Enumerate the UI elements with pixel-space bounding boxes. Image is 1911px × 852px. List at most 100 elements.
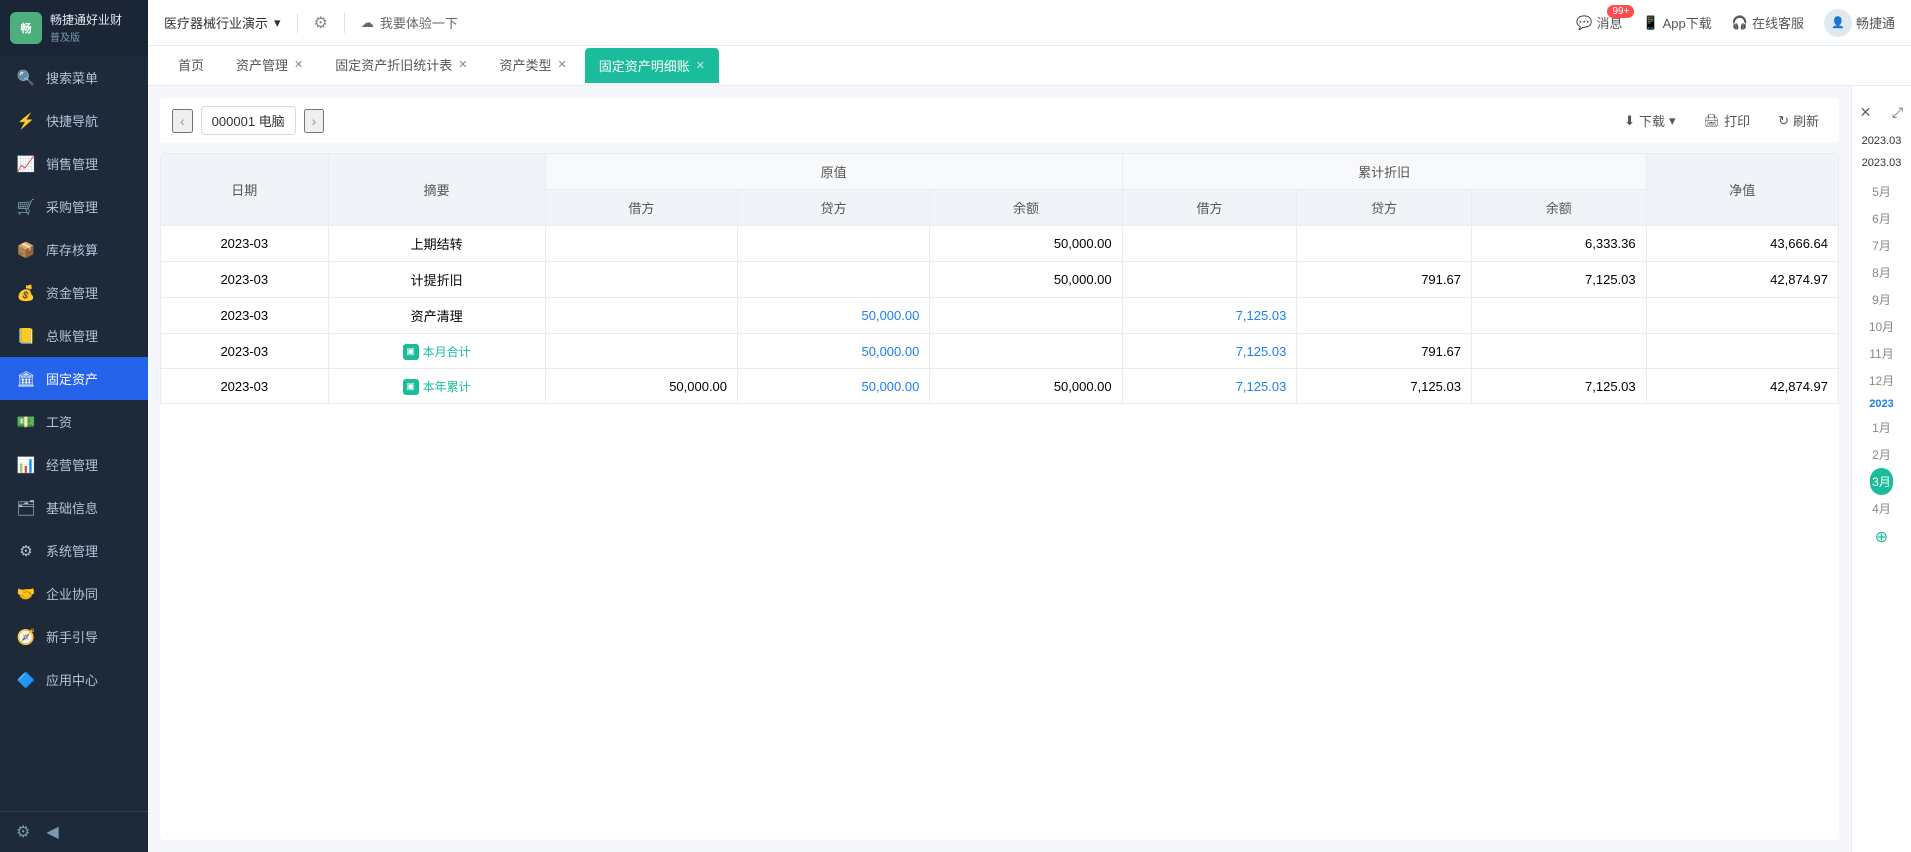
tab-label-home: 首页 <box>178 55 204 74</box>
timeline-range-end: 2023.03 <box>1852 152 1911 174</box>
system-icon: ⚙ <box>16 542 36 560</box>
tab-close-asset-detail[interactable]: ✕ <box>696 59 705 72</box>
tab-close-asset-mgmt[interactable]: ✕ <box>294 58 303 71</box>
timeline-month-5月[interactable]: 5月 <box>1867 178 1896 205</box>
timeline-month2-2月[interactable]: 2月 <box>1866 441 1897 468</box>
table-row: 2023-03 ▣本年累计 50,000.00 50,000.00 50,000… <box>161 369 1839 404</box>
cell-net-value: 42,874.97 <box>1646 262 1838 298</box>
guide-icon: 🧭 <box>16 628 36 646</box>
experience-btn[interactable]: ☁ 我要体验一下 <box>361 13 458 32</box>
cell-ad-balance: 7,125.03 <box>1471 369 1646 404</box>
purchase-icon: 🛒 <box>16 198 36 216</box>
timeline-month-12月[interactable]: 12月 <box>1867 367 1896 394</box>
sidebar-item-assets[interactable]: 🏛固定资产 <box>0 357 148 400</box>
tab-home[interactable]: 首页 <box>164 47 218 84</box>
cell-summary: ▣本月合计 <box>328 334 545 369</box>
timeline-month-11月[interactable]: 11月 <box>1867 340 1896 367</box>
sidebar-label-ledger: 总账管理 <box>46 326 98 345</box>
ov-credit-header: 贷方 <box>738 190 930 226</box>
service-label: 在线客服 <box>1752 13 1804 32</box>
salary-icon: 💵 <box>16 413 36 431</box>
sidebar-item-system[interactable]: ⚙ 系统管理 <box>0 529 148 572</box>
cell-ad-credit <box>1297 226 1472 262</box>
sidebar-item-sales[interactable]: 📈销售管理 <box>0 142 148 185</box>
sidebar-item-basic[interactable]: 🗂基础信息 <box>0 486 148 529</box>
sidebar-label-system: 系统管理 <box>46 541 98 560</box>
sidebar-item-apps[interactable]: 🔷 应用中心 <box>0 658 148 701</box>
prev-asset-btn[interactable]: ‹ <box>172 109 193 133</box>
cell-ov-credit: 50,000.00 <box>738 334 930 369</box>
ledger-icon: 📒 <box>16 327 36 345</box>
timeline-month2-4月[interactable]: 4月 <box>1866 495 1897 522</box>
sidebar-item-quicknav[interactable]: ⚡快捷导航 <box>0 99 148 142</box>
sidebar-item-collab[interactable]: 🤝企业协同 <box>0 572 148 615</box>
timeline-month-8月[interactable]: 8月 <box>1867 259 1896 286</box>
tab-depreciation-stats[interactable]: 固定资产折旧统计表✕ <box>321 47 481 84</box>
sidebar-item-guide[interactable]: 🧭 新手引导 <box>0 615 148 658</box>
print-icon: 🖨 <box>1704 113 1721 129</box>
download-btn[interactable]: ⬇ 下载 ▾ <box>1616 107 1683 134</box>
timeline-month2-3月[interactable]: 3月 <box>1870 468 1893 495</box>
notification-badge: 99+ <box>1607 5 1634 18</box>
user-profile-btn[interactable]: 👤 畅捷通 <box>1824 9 1895 37</box>
collapse-icon[interactable]: ◀ <box>46 822 58 842</box>
print-btn[interactable]: 🖨 打印 <box>1696 107 1759 134</box>
table-row: 2023-03 计提折旧 50,000.00 791.67 7,125.03 4… <box>161 262 1839 298</box>
cell-ad-balance <box>1471 334 1646 369</box>
cell-ov-debit <box>545 298 737 334</box>
print-label: 打印 <box>1724 111 1750 130</box>
cell-ov-balance <box>930 334 1122 369</box>
settings-gear-icon[interactable]: ⚙ <box>314 13 328 33</box>
tab-close-asset-type[interactable]: ✕ <box>558 58 567 71</box>
inventory-icon: 📦 <box>16 241 36 259</box>
tab-asset-type[interactable]: 资产类型✕ <box>485 47 580 84</box>
sidebar-label-apps: 应用中心 <box>46 670 98 689</box>
refresh-btn[interactable]: ↻ 刷新 <box>1770 107 1827 134</box>
next-asset-btn[interactable]: › <box>304 109 325 133</box>
timeline-month2-1月[interactable]: 1月 <box>1866 414 1897 441</box>
sidebar-item-salary[interactable]: 💵 工资 <box>0 400 148 443</box>
sidebar: 畅 畅捷通好业财 普及版 🔍搜索菜单⚡快捷导航📈销售管理🛒采购管理📦库存核算💰资… <box>0 0 148 852</box>
experience-label: 我要体验一下 <box>380 13 458 32</box>
ad-debit-header: 借方 <box>1122 190 1297 226</box>
assets-icon: 🏛 <box>16 370 36 388</box>
sidebar-item-funds[interactable]: 💰资金管理 <box>0 271 148 314</box>
cell-ad-balance <box>1471 298 1646 334</box>
settings-icon[interactable]: ⚙ <box>16 822 30 842</box>
online-service-btn[interactable]: 🎧 在线客服 <box>1732 13 1804 32</box>
cell-ad-balance: 6,333.36 <box>1471 226 1646 262</box>
cell-ad-debit: 7,125.03 <box>1122 334 1297 369</box>
tab-asset-mgmt[interactable]: 资产管理✕ <box>222 47 317 84</box>
download-dropdown-icon: ▾ <box>1669 113 1676 129</box>
timeline-month-10月[interactable]: 10月 <box>1867 313 1896 340</box>
sidebar-label-salary: 工资 <box>46 412 72 431</box>
net-value-header: 净值 <box>1646 154 1838 226</box>
date-header: 日期 <box>161 154 329 226</box>
sidebar-item-purchase[interactable]: 🛒采购管理 <box>0 185 148 228</box>
tab-close-depreciation-stats[interactable]: ✕ <box>458 58 467 71</box>
timeline-month-6月[interactable]: 6月 <box>1867 205 1896 232</box>
apps-icon: 🔷 <box>16 671 36 689</box>
timeline-month-9月[interactable]: 9月 <box>1867 286 1896 313</box>
collab-icon: 🤝 <box>16 585 36 603</box>
sidebar-item-operations[interactable]: 📊经营管理 <box>0 443 148 486</box>
ad-credit-header: 贷方 <box>1297 190 1472 226</box>
timeline-months-after: 1月2月3月4月 <box>1866 414 1897 522</box>
timeline-expand-btn[interactable]: ⤢ <box>1884 98 1911 126</box>
sidebar-label-guide: 新手引导 <box>46 627 98 646</box>
notification-btn[interactable]: 💬 消息 99+ <box>1576 13 1622 32</box>
sidebar-label-sales: 销售管理 <box>46 154 98 173</box>
app-download-btn[interactable]: 📱 App下载 <box>1642 13 1711 32</box>
sidebar-item-inventory[interactable]: 📦库存核算 <box>0 228 148 271</box>
sidebar-item-ledger[interactable]: 📒 总账管理 <box>0 314 148 357</box>
timeline-year: 2023 <box>1852 394 1911 414</box>
timeline-month-7月[interactable]: 7月 <box>1867 232 1896 259</box>
sidebar-item-search[interactable]: 🔍搜索菜单 <box>0 56 148 99</box>
timeline-close-btn[interactable]: ✕ <box>1852 98 1880 126</box>
cell-ov-debit: 50,000.00 <box>545 369 737 404</box>
company-selector[interactable]: 医疗器械行业演示 ▾ <box>164 13 281 32</box>
funds-icon: 💰 <box>16 284 36 302</box>
timeline-scroll-down[interactable]: ⊕ <box>1852 522 1911 552</box>
tab-asset-detail[interactable]: 固定资产明细账✕ <box>585 48 719 83</box>
notification-icon: 💬 <box>1576 15 1592 31</box>
